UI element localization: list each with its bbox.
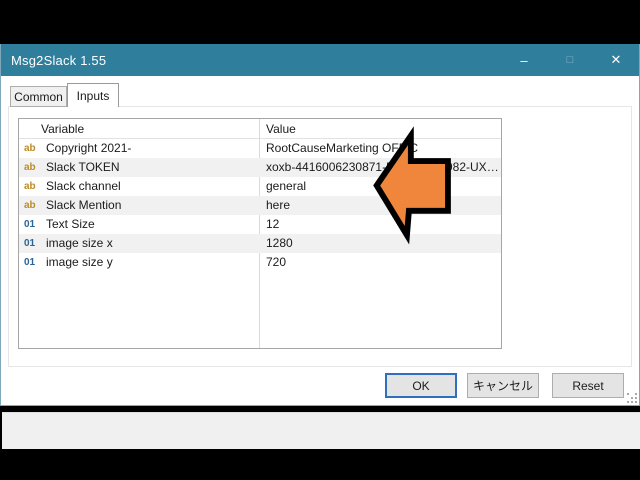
variable-name: image size x — [46, 236, 113, 250]
window-title: Msg2Slack 1.55 — [11, 52, 107, 68]
variable-name: Text Size — [46, 217, 95, 231]
resize-grip[interactable] — [627, 393, 638, 404]
string-param-icon: ab — [24, 200, 36, 211]
cancel-button[interactable]: キャンセル — [467, 373, 539, 398]
variable-name: Slack Mention — [46, 198, 122, 212]
maximize-icon[interactable]: □ — [547, 44, 593, 76]
string-param-icon: ab — [24, 162, 36, 173]
reset-button[interactable]: Reset — [552, 373, 624, 398]
orange-arrow-cursor — [373, 126, 451, 245]
tab-inputs[interactable]: Inputs — [67, 83, 119, 107]
integer-param-icon: 01 — [24, 238, 36, 249]
close-icon[interactable]: ✕ — [593, 44, 639, 76]
variable-name: Copyright 2021- — [46, 141, 132, 155]
variable-name: Slack channel — [46, 179, 121, 193]
variable-value[interactable]: 720 — [259, 253, 501, 272]
title-bar[interactable]: Msg2Slack 1.55 – □ ✕ — [1, 44, 639, 76]
string-param-icon: ab — [24, 181, 36, 192]
minimize-icon[interactable]: – — [501, 44, 547, 76]
tab-common[interactable]: Common — [10, 86, 67, 107]
header-variable: Variable — [41, 122, 85, 136]
integer-param-icon: 01 — [24, 257, 36, 268]
variable-name: Slack TOKEN — [46, 160, 120, 174]
variable-name: image size y — [46, 255, 113, 269]
string-param-icon: ab — [24, 143, 36, 154]
caption-buttons: – □ ✕ — [501, 44, 639, 76]
video-frame: Msg2Slack 1.55 – □ ✕ Common Inputs Varia… — [0, 0, 640, 480]
ok-button[interactable]: OK — [385, 373, 457, 398]
bottom-button-strip — [2, 412, 640, 449]
integer-param-icon: 01 — [24, 219, 36, 230]
table-row[interactable]: 01 image size y 720 — [19, 253, 501, 272]
